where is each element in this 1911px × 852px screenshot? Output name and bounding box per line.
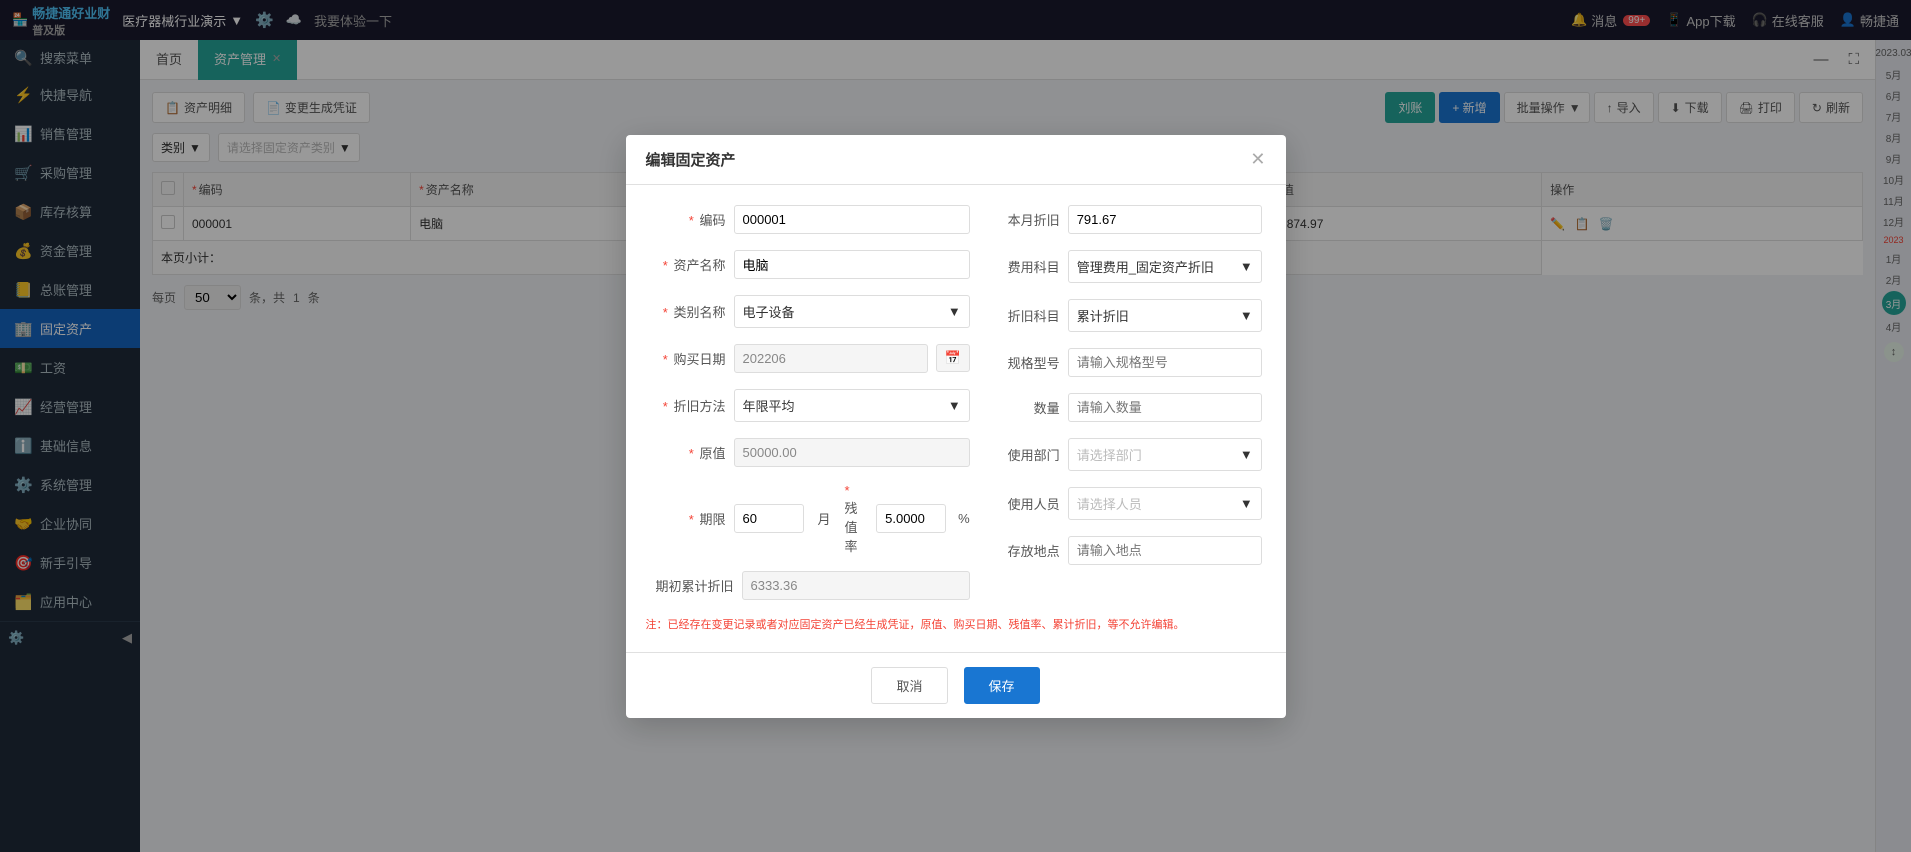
form-row-quantity: 数量	[990, 393, 1262, 422]
category-select[interactable]: 电子设备 ▼	[734, 295, 970, 328]
modal-close-icon[interactable]: ✕	[1250, 149, 1265, 170]
residual-rate-input[interactable]	[876, 504, 946, 533]
monthly-depreciation-input[interactable]	[1068, 205, 1262, 234]
form-row-purchase-date: * 购买日期 📅	[656, 344, 970, 373]
residual-rate-unit: %	[958, 511, 970, 526]
depreciation-method-arrow: ▼	[948, 398, 961, 413]
form-row-spec-model: 规格型号	[990, 348, 1262, 377]
depreciation-account-arrow: ▼	[1240, 308, 1253, 323]
calendar-icon[interactable]: 📅	[936, 344, 970, 372]
department-select[interactable]: 请选择部门 ▼	[1068, 438, 1262, 471]
initial-depreciation-input[interactable]	[742, 571, 970, 600]
form-row-code: * 编码	[656, 205, 970, 234]
modal-footer: 取消 保存	[626, 652, 1286, 718]
modal-body: * 编码 * 资产名称 *	[626, 185, 1286, 652]
initial-depreciation-label: 期初累计折旧	[656, 579, 734, 594]
code-label: 编码	[699, 213, 725, 228]
depreciation-method-label: 折旧方法	[673, 399, 725, 414]
form-row-monthly-depreciation: 本月折旧	[990, 205, 1262, 234]
location-label: 存放地点	[1008, 544, 1060, 559]
spec-model-input[interactable]	[1068, 348, 1262, 377]
form-row-original-value: * 原值	[656, 438, 970, 467]
modal-note: 注：已经存在变更记录或者对应固定资产已经生成凭证，原值、购买日期、残值率、累计折…	[646, 608, 1266, 632]
user-select[interactable]: 请选择人员 ▼	[1068, 487, 1262, 520]
location-input[interactable]	[1068, 536, 1262, 565]
purchase-date-label: 购买日期	[673, 352, 725, 367]
form-row-department: 使用部门 请选择部门 ▼	[990, 438, 1262, 471]
asset-name-label: 资产名称	[673, 258, 725, 273]
residual-rate-label: 残值率	[845, 501, 858, 554]
modal-title: 编辑固定资产	[646, 149, 736, 170]
expense-account-value: 管理费用_固定资产折旧	[1077, 257, 1214, 276]
cancel-button[interactable]: 取消	[871, 667, 947, 704]
form-row-expense-account: 费用科目 管理费用_固定资产折旧 ▼	[990, 250, 1262, 283]
quantity-input[interactable]	[1068, 393, 1262, 422]
original-value-label: 原值	[699, 446, 725, 461]
category-select-arrow: ▼	[948, 304, 961, 319]
department-placeholder: 请选择部门	[1077, 445, 1142, 464]
modal-header: 编辑固定资产 ✕	[626, 135, 1286, 185]
depreciation-account-value: 累计折旧	[1077, 306, 1129, 325]
department-arrow: ▼	[1240, 447, 1253, 462]
form-row-asset-name: * 资产名称	[656, 250, 970, 279]
period-label: 期限	[699, 512, 725, 527]
quantity-label: 数量	[1034, 401, 1060, 416]
category-name-label: 类别名称	[673, 305, 725, 320]
form-row-depreciation-method: * 折旧方法 年限平均 ▼	[656, 389, 970, 422]
expense-account-arrow: ▼	[1240, 259, 1253, 274]
edit-fixed-asset-modal: 编辑固定资产 ✕ * 编码 * 资产	[626, 135, 1286, 718]
user-arrow: ▼	[1240, 496, 1253, 511]
asset-name-input[interactable]	[734, 250, 970, 279]
form-row-user: 使用人员 请选择人员 ▼	[990, 487, 1262, 520]
depreciation-account-select[interactable]: 累计折旧 ▼	[1068, 299, 1262, 332]
spec-model-label: 规格型号	[1008, 356, 1060, 371]
depreciation-account-label: 折旧科目	[1008, 309, 1060, 324]
original-value-input[interactable]	[734, 438, 970, 467]
expense-account-label: 费用科目	[1008, 260, 1060, 275]
depreciation-method-value: 年限平均	[743, 396, 795, 415]
form-row-depreciation-account: 折旧科目 累计折旧 ▼	[990, 299, 1262, 332]
expense-account-select[interactable]: 管理费用_固定资产折旧 ▼	[1068, 250, 1262, 283]
code-input[interactable]	[734, 205, 970, 234]
user-label: 使用人员	[1008, 497, 1060, 512]
period-input[interactable]	[734, 504, 804, 533]
form-grid: * 编码 * 资产名称 *	[646, 205, 1266, 600]
department-label: 使用部门	[1008, 448, 1060, 463]
form-row-category: * 类别名称 电子设备 ▼	[656, 295, 970, 328]
period-unit: 月	[818, 509, 831, 528]
monthly-depreciation-label: 本月折旧	[1008, 213, 1060, 228]
modal-overlay: 编辑固定资产 ✕ * 编码 * 资产	[0, 0, 1911, 852]
category-select-value: 电子设备	[743, 302, 795, 321]
form-row-initial-depreciation: 期初累计折旧	[656, 571, 970, 600]
note-text: 注：已经存在变更记录或者对应固定资产已经生成凭证，原值、购买日期、残值率、累计折…	[646, 619, 1185, 631]
form-row-period: * 期限 月 * 残值率 %	[656, 483, 970, 555]
user-placeholder: 请选择人员	[1077, 494, 1142, 513]
depreciation-method-select[interactable]: 年限平均 ▼	[734, 389, 970, 422]
form-row-location: 存放地点	[990, 536, 1262, 565]
save-button[interactable]: 保存	[964, 667, 1040, 704]
form-right-col: 本月折旧 费用科目 管理费用_固定资产折旧 ▼	[980, 205, 1272, 600]
purchase-date-input[interactable]	[734, 344, 928, 373]
form-left-col: * 编码 * 资产名称 *	[646, 205, 980, 600]
